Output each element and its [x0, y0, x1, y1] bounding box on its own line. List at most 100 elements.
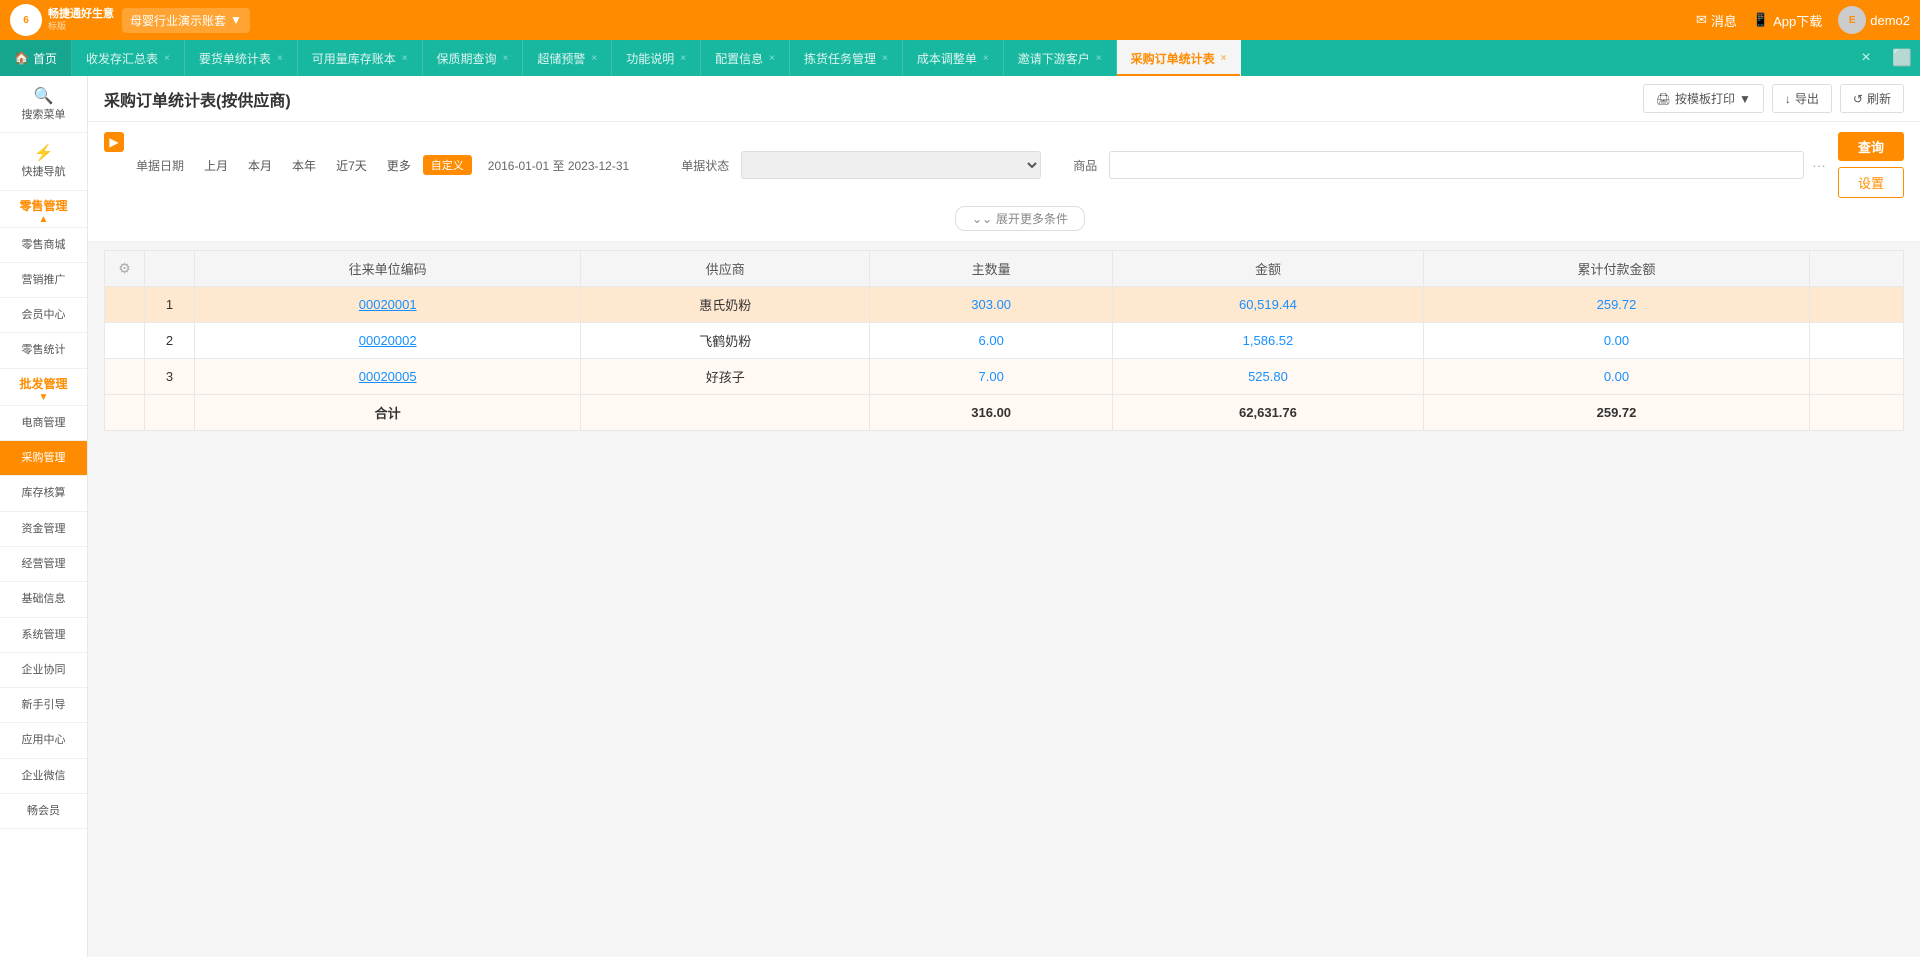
tab-purchase-summary[interactable]: 采购订单统计表 × [1117, 40, 1242, 76]
tab-overstock-warning-close[interactable]: × [591, 53, 597, 64]
sidebar-item-member[interactable]: 会员中心 [0, 298, 87, 333]
filter-collapse-button[interactable]: ▶ [104, 132, 124, 152]
print-button[interactable]: 🖨 按模板打印 ▼ [1643, 84, 1764, 113]
cell-supplier-code-2[interactable]: 00020005 [195, 359, 581, 395]
sidebar-item-marketing[interactable]: 营销推广 [0, 263, 87, 298]
sidebar-item-enterprise-coop[interactable]: 企业协同 [0, 653, 87, 688]
tab-invite-customer[interactable]: 邀请下游客户 × [1004, 40, 1117, 76]
tab-collect-pay-close[interactable]: × [164, 53, 170, 64]
sidebar-item-newbie[interactable]: 新手引导 [0, 688, 87, 723]
footer-paid-amount: 259.72 [1423, 395, 1809, 431]
tab-config-info[interactable]: 配置信息 × [701, 40, 790, 76]
tab-function-desc[interactable]: 功能说明 × [612, 40, 701, 76]
tab-invite-customer-close[interactable]: × [1096, 53, 1102, 64]
tab-validity-label: 保质期查询 [437, 50, 497, 67]
main-layout: 🔍 搜索菜单 ⚡ 快捷导航 零售管理 ▲ 零售商城 营销推广 会员中心 零售统计… [0, 76, 1920, 957]
sidebar-item-ecommerce[interactable]: 电商管理 [0, 406, 87, 441]
date-range-display: 2016-01-01 至 2023-12-31 [488, 157, 629, 174]
sidebar-item-wholesale[interactable]: 批发管理 ▼ [0, 369, 87, 406]
nav-restore-btn[interactable]: ⬜ [1884, 40, 1920, 76]
sidebar-item-finance[interactable]: 资金管理 [0, 512, 87, 547]
cell-amount-1[interactable]: 1,586.52 [1113, 323, 1424, 359]
query-button[interactable]: 查询 [1838, 132, 1904, 161]
sidebar-item-member2[interactable]: 畅会员 [0, 794, 87, 829]
cell-main-qty-2[interactable]: 7.00 [870, 359, 1113, 395]
sidebar-item-enterprise-wechat[interactable]: 企业微信 [0, 759, 87, 794]
table-row[interactable]: 3 00020005 好孩子 7.00 525.80 0.00 [105, 359, 1904, 395]
export-button[interactable]: ↓ 导出 [1772, 84, 1832, 113]
tab-cost-adjust[interactable]: 成本调整单 × [903, 40, 1004, 76]
sidebar-item-app-center[interactable]: 应用中心 [0, 723, 87, 758]
goods-input[interactable] [1109, 151, 1804, 179]
sidebar-item-retail[interactable]: 零售管理 ▲ [0, 191, 87, 228]
cell-settings-1 [105, 323, 145, 359]
cell-paid-amount-1[interactable]: 0.00 [1423, 323, 1809, 359]
tab-overstock-warning[interactable]: 超储预警 × [523, 40, 612, 76]
sidebar-item-system-label: 系统管理 [22, 628, 66, 642]
tab-validity-close[interactable]: × [503, 53, 509, 64]
date-btn-this-month[interactable]: 本月 [240, 155, 280, 176]
sidebar-item-basics[interactable]: 基础信息 [0, 582, 87, 617]
tab-config-info-close[interactable]: × [769, 53, 775, 64]
sidebar-item-search[interactable]: 🔍 搜索菜单 [0, 76, 87, 133]
tab-available-stock[interactable]: 可用量库存账本 × [298, 40, 423, 76]
cell-settings-0 [105, 287, 145, 323]
footer-main-qty: 316.00 [870, 395, 1113, 431]
sidebar-item-quicknav[interactable]: ⚡ 快捷导航 [0, 133, 87, 190]
th-paid-amount: 累计付款金额 [1423, 251, 1809, 287]
tab-picking-task[interactable]: 拣货任务管理 × [790, 40, 903, 76]
refresh-icon: ↺ [1853, 92, 1863, 106]
custom-date-tag[interactable]: 自定义 [423, 155, 472, 175]
tab-purchase-summary-close[interactable]: × [1221, 53, 1227, 64]
cell-paid-amount-2[interactable]: 0.00 [1423, 359, 1809, 395]
table-header-row: ⚙ 往来单位编码 供应商 [105, 251, 1904, 287]
sidebar-item-retail-shop[interactable]: 零售商城 [0, 228, 87, 263]
date-btn-7days[interactable]: 近7天 [328, 155, 375, 176]
th-rownum [145, 251, 195, 287]
app-download-label: App下载 [1773, 11, 1822, 30]
sidebar-item-retail-shop-label: 零售商城 [22, 238, 66, 252]
message-action[interactable]: ✉ 消息 [1696, 11, 1737, 30]
cell-main-qty-1[interactable]: 6.00 [870, 323, 1113, 359]
cell-main-qty-0[interactable]: 303.00 [870, 287, 1113, 323]
column-settings-icon[interactable]: ⚙ [118, 260, 131, 276]
date-btn-more[interactable]: 更多 [379, 155, 419, 176]
app-download-action[interactable]: 📱 App下载 [1753, 11, 1822, 30]
date-btn-this-year[interactable]: 本年 [284, 155, 324, 176]
tab-function-desc-close[interactable]: × [680, 53, 686, 64]
cell-supplier-code-1[interactable]: 00020002 [195, 323, 581, 359]
th-amount: 金额 [1113, 251, 1424, 287]
user-area[interactable]: E demo2 [1838, 6, 1910, 34]
tab-validity[interactable]: 保质期查询 × [423, 40, 524, 76]
refresh-button[interactable]: ↺ 刷新 [1840, 84, 1904, 113]
expand-more-button[interactable]: ⌄⌄ 展开更多条件 [955, 206, 1085, 231]
cell-paid-amount-0[interactable]: 259.72 [1423, 287, 1809, 323]
cell-amount-0[interactable]: 60,519.44 [1113, 287, 1424, 323]
tab-goods-summary-close[interactable]: × [277, 53, 283, 64]
print-icon: 🖨 [1656, 92, 1671, 106]
nav-close-btn[interactable]: × [1848, 40, 1884, 76]
sidebar-item-retail-stats[interactable]: 零售统计 [0, 333, 87, 368]
status-select[interactable] [741, 151, 1041, 179]
th-settings[interactable]: ⚙ [105, 251, 145, 287]
tab-goods-summary[interactable]: 要货单统计表 × [185, 40, 298, 76]
sidebar-item-purchase[interactable]: 采购管理 [0, 441, 87, 476]
cell-supplier-code-0[interactable]: 00020001 [195, 287, 581, 323]
date-btn-last-month[interactable]: 上月 [196, 155, 236, 176]
filter-settings-button[interactable]: 设置 [1838, 167, 1904, 198]
tab-available-stock-close[interactable]: × [402, 53, 408, 64]
cell-amount-2[interactable]: 525.80 [1113, 359, 1424, 395]
workspace-selector[interactable]: 母婴行业演示账套 ▼ [122, 8, 250, 33]
table-row[interactable]: 1 00020001 惠氏奶粉 303.00 60,519.44 259.72 [105, 287, 1904, 323]
tab-collect-pay[interactable]: 收发存汇总表 × [72, 40, 185, 76]
sidebar-item-operations[interactable]: 经营管理 [0, 547, 87, 582]
sidebar-item-system[interactable]: 系统管理 [0, 618, 87, 653]
goods-more-icon[interactable]: ··· [1812, 157, 1826, 173]
sidebar-item-inventory[interactable]: 库存核算 [0, 476, 87, 511]
sidebar-item-enterprise-wechat-label: 企业微信 [22, 769, 66, 783]
tab-picking-task-close[interactable]: × [882, 53, 888, 64]
tab-cost-adjust-close[interactable]: × [983, 53, 989, 64]
table-row[interactable]: 2 00020002 飞鹤奶粉 6.00 1,586.52 0.00 [105, 323, 1904, 359]
sidebar-item-finance-label: 资金管理 [22, 522, 66, 536]
tab-home[interactable]: 🏠 首页 [0, 40, 72, 76]
